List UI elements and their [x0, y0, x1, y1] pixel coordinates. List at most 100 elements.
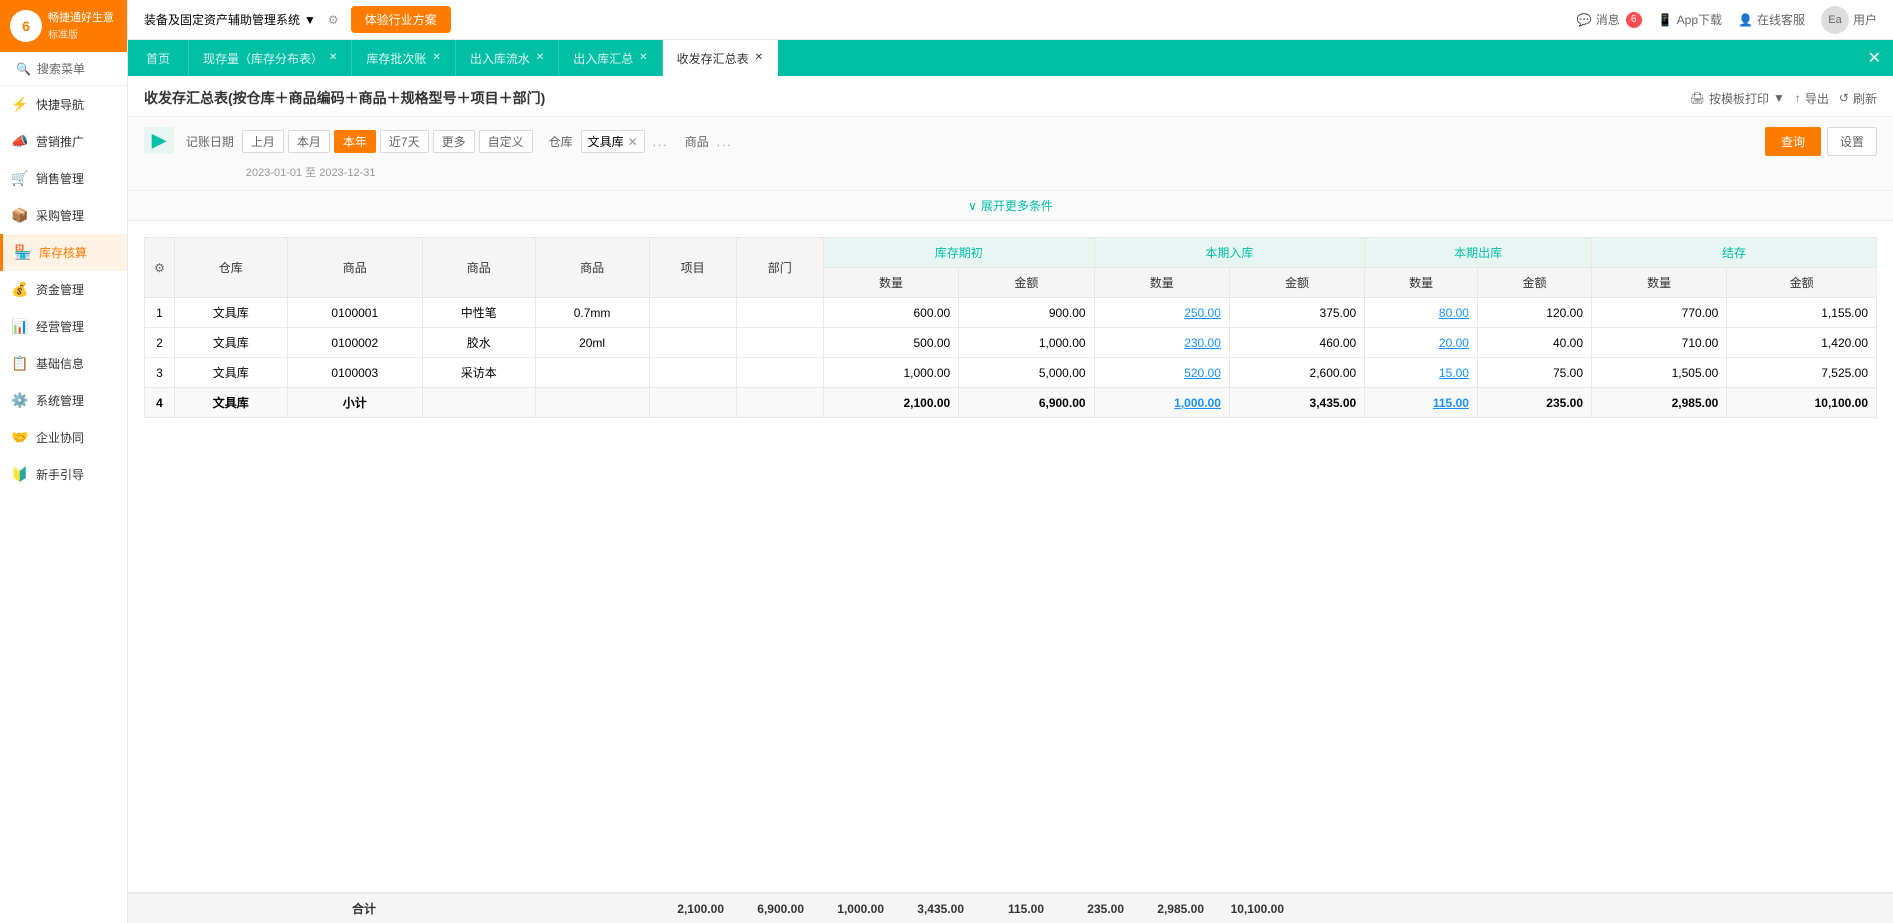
row1-close-amt: 1,155.00: [1727, 298, 1877, 328]
sidebar: 6 畅捷通好生意 标准版 🔍 搜索菜单 ⚡ 快捷导航 📣 营销推广 🛒 销售管理…: [0, 0, 128, 923]
sidebar-item-quick-nav[interactable]: ⚡ 快捷导航: [0, 86, 127, 123]
expand-conditions-button[interactable]: ∨ 展开更多条件: [968, 197, 1053, 214]
sidebar-item-inventory[interactable]: 🏪 库存核算: [0, 234, 127, 271]
table-gear-icon[interactable]: ⚙: [154, 261, 165, 275]
sidebar-item-finance[interactable]: 💰 资金管理: [0, 271, 127, 308]
sales-icon: 🛒: [12, 171, 28, 187]
online-service-item[interactable]: 👤 在线客服: [1738, 11, 1805, 28]
row3-in-qty[interactable]: 520.00: [1094, 358, 1229, 388]
date-btn-custom[interactable]: 自定义: [479, 130, 533, 153]
row1-open-qty: 600.00: [823, 298, 958, 328]
tab-close-icon[interactable]: ✕: [639, 53, 647, 63]
sidebar-item-system-label: 系统管理: [36, 392, 84, 409]
row2-out-amt: 40.00: [1477, 328, 1591, 358]
sidebar-item-inventory-label: 库存核算: [39, 244, 87, 261]
filter-settings-button[interactable]: 设置: [1827, 127, 1877, 156]
tab-inventory-dist[interactable]: 现存量（库存分布表） ✕: [189, 40, 352, 76]
app-download-item[interactable]: 📱 App下载: [1658, 11, 1722, 28]
table-header-settings[interactable]: ⚙: [145, 238, 175, 298]
date-btn-this-month[interactable]: 本月: [288, 130, 330, 153]
page-actions: 🖨 按模板打印 ▼ ↑ 导出 ↺ 刷新: [1690, 90, 1877, 107]
row2-out-qty[interactable]: 20.00: [1365, 328, 1478, 358]
date-btn-this-year[interactable]: 本年: [334, 130, 376, 153]
tab-summary[interactable]: 出入库汇总 ✕: [559, 40, 662, 76]
tab-batch[interactable]: 库存批次账 ✕: [352, 40, 455, 76]
refresh-button[interactable]: ↺ 刷新: [1839, 90, 1877, 107]
purchase-icon: 📦: [12, 208, 28, 224]
row1-project: [649, 298, 736, 328]
subtotal-open-qty: 2,100.00: [823, 388, 958, 418]
table-header-goods-code: 商品: [287, 238, 422, 298]
row1-dept: [736, 298, 823, 328]
tab-summary-label: 出入库汇总: [573, 50, 633, 67]
subtotal-out-qty[interactable]: 115.00: [1365, 388, 1478, 418]
subtotal-in-qty[interactable]: 1,000.00: [1094, 388, 1229, 418]
tab-close-icon[interactable]: ✕: [536, 53, 544, 63]
row3-in-amt: 2,600.00: [1229, 358, 1364, 388]
date-btn-more[interactable]: 更多: [433, 130, 475, 153]
row3-no: 3: [145, 358, 175, 388]
warehouse-filter-tag[interactable]: 文具库 ✕: [581, 130, 645, 153]
date-btn-last-month[interactable]: 上月: [242, 130, 284, 153]
warehouse-tag-close-icon[interactable]: ✕: [628, 135, 638, 149]
sidebar-item-operation[interactable]: 📊 经营管理: [0, 308, 127, 345]
tab-flow[interactable]: 出入库流水 ✕: [456, 40, 559, 76]
table-header-closing: 结存: [1592, 238, 1877, 268]
sidebar-item-system[interactable]: ⚙️ 系统管理: [0, 382, 127, 419]
footer-out-amt: 235.00: [1044, 902, 1124, 916]
row3-goods-spec: [535, 358, 649, 388]
table-header-out: 本期出库: [1365, 238, 1592, 268]
row3-close-amt: 7,525.00: [1727, 358, 1877, 388]
sidebar-item-guide[interactable]: 🔰 新手引导: [0, 456, 127, 493]
table-header-open-qty: 数量: [823, 268, 958, 298]
subtotal-row: 4 文具库 小计 2,100.00 6,900.00 1,000.00 3,43…: [145, 388, 1877, 418]
sidebar-item-basic[interactable]: 📋 基础信息: [0, 345, 127, 382]
row1-goods-name: 中性笔: [422, 298, 535, 328]
warehouse-more-dots[interactable]: ...: [653, 135, 669, 149]
date-filter-group: 记账日期 上月 本月 本年 近7天 更多 自定义: [186, 130, 533, 153]
trial-button[interactable]: 体验行业方案: [351, 6, 451, 33]
date-btn-7days[interactable]: 近7天: [380, 130, 429, 153]
expand-conditions-label: 展开更多条件: [981, 197, 1053, 214]
finance-icon: 💰: [12, 282, 28, 298]
sidebar-item-marketing[interactable]: 📣 营销推广: [0, 123, 127, 160]
print-button[interactable]: 🖨 按模板打印 ▼: [1690, 90, 1785, 107]
row1-out-qty[interactable]: 80.00: [1365, 298, 1478, 328]
tab-close-icon[interactable]: ✕: [432, 53, 440, 63]
tab-close-icon[interactable]: ✕: [329, 53, 337, 63]
operation-icon: 📊: [12, 319, 28, 335]
row2-open-amt: 1,000.00: [959, 328, 1094, 358]
tab-close-icon[interactable]: ✕: [755, 53, 763, 63]
basic-icon: 📋: [12, 356, 28, 372]
message-icon: 💬: [1577, 13, 1592, 27]
settings-gear-icon[interactable]: ⚙: [328, 13, 339, 27]
table-header-in-qty: 数量: [1094, 268, 1229, 298]
system-icon: ⚙️: [12, 393, 28, 409]
row3-out-qty[interactable]: 15.00: [1365, 358, 1478, 388]
sidebar-item-sales[interactable]: 🛒 销售管理: [0, 160, 127, 197]
sidebar-item-quick-nav-label: 快捷导航: [36, 96, 84, 113]
message-item[interactable]: 💬 消息 6: [1577, 11, 1642, 28]
filter-expand-button[interactable]: ▶: [144, 127, 174, 154]
row1-in-qty[interactable]: 250.00: [1094, 298, 1229, 328]
refresh-icon: ↺: [1839, 91, 1849, 105]
footer-close-qty: 2,985.00: [1124, 902, 1204, 916]
sidebar-item-collab[interactable]: 🤝 企业协同: [0, 419, 127, 456]
user-item[interactable]: Ea 用户: [1821, 6, 1877, 34]
tab-home[interactable]: 首页: [128, 40, 189, 76]
row2-goods-name: 胶水: [422, 328, 535, 358]
sidebar-item-operation-label: 经营管理: [36, 318, 84, 335]
tab-bar-close-button[interactable]: ✕: [1856, 48, 1893, 68]
goods-more-dots[interactable]: ...: [717, 135, 733, 149]
sidebar-item-purchase[interactable]: 📦 采购管理: [0, 197, 127, 234]
row2-warehouse: 文具库: [175, 328, 288, 358]
system-title-dropdown[interactable]: 装备及固定资产辅助管理系统 ▼: [144, 11, 316, 28]
row1-open-amt: 900.00: [959, 298, 1094, 328]
collab-icon: 🤝: [12, 430, 28, 446]
row2-in-qty[interactable]: 230.00: [1094, 328, 1229, 358]
search-nav-item[interactable]: 🔍 搜索菜单: [0, 52, 127, 86]
tab-stock-summary[interactable]: 收发存汇总表 ✕: [663, 40, 778, 76]
query-button[interactable]: 查询: [1765, 127, 1821, 156]
row1-warehouse: 文具库: [175, 298, 288, 328]
export-button[interactable]: ↑ 导出: [1795, 90, 1829, 107]
